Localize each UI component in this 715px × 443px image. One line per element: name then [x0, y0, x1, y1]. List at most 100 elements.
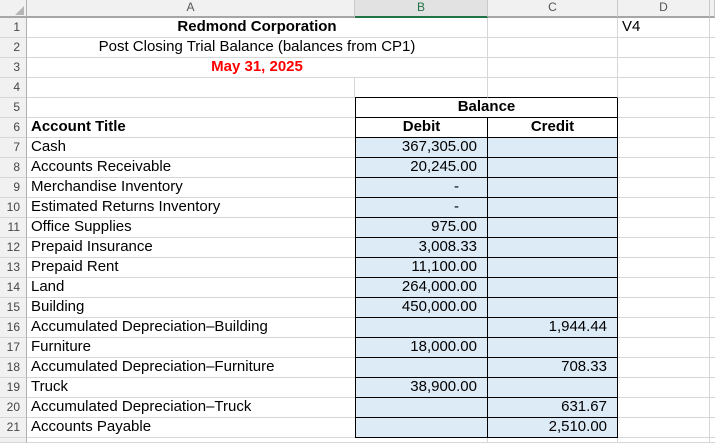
- cell-subtitle[interactable]: Post Closing Trial Balance (balances fro…: [27, 38, 488, 58]
- cell-account[interactable]: Building: [27, 298, 355, 318]
- cell-account[interactable]: Land: [27, 278, 355, 298]
- cell-debit[interactable]: 20,245.00: [355, 158, 488, 178]
- row-header[interactable]: 21: [0, 418, 27, 438]
- cell-version-tag[interactable]: V4: [618, 18, 710, 38]
- cell-credit[interactable]: [488, 138, 618, 158]
- row-header[interactable]: 13: [0, 258, 27, 278]
- cell-debit[interactable]: [355, 398, 488, 418]
- cell-debit[interactable]: 975.00: [355, 218, 488, 238]
- cell-empty[interactable]: [488, 18, 618, 38]
- row-header[interactable]: 16: [0, 318, 27, 338]
- column-header-b[interactable]: B: [355, 0, 488, 18]
- cell-credit-header[interactable]: Credit: [488, 118, 618, 138]
- cell-credit[interactable]: 1,944.44: [488, 318, 618, 338]
- cell-empty[interactable]: [488, 38, 618, 58]
- cell-empty[interactable]: [355, 78, 488, 98]
- cell-account[interactable]: Accumulated Depreciation–Furniture: [27, 358, 355, 378]
- cell-credit[interactable]: 2,510.00: [488, 418, 618, 438]
- cell-date[interactable]: May 31, 2025: [27, 58, 488, 78]
- cell-empty[interactable]: [618, 398, 710, 418]
- row-header[interactable]: 19: [0, 378, 27, 398]
- cell-credit[interactable]: [488, 198, 618, 218]
- cell-empty[interactable]: [618, 38, 710, 58]
- cell-empty[interactable]: [618, 418, 710, 438]
- cell-credit[interactable]: [488, 378, 618, 398]
- row-header[interactable]: 11: [0, 218, 27, 238]
- cell-account[interactable]: Accounts Payable: [27, 418, 355, 438]
- cell-empty[interactable]: [618, 318, 710, 338]
- cell-account[interactable]: Truck: [27, 378, 355, 398]
- row-header[interactable]: 6: [0, 118, 27, 138]
- cell-credit[interactable]: [488, 158, 618, 178]
- cell-debit[interactable]: 18,000.00: [355, 338, 488, 358]
- cell-credit[interactable]: [488, 278, 618, 298]
- cell-debit-header[interactable]: Debit: [355, 118, 488, 138]
- row-header[interactable]: 15: [0, 298, 27, 318]
- cell-empty[interactable]: [488, 58, 618, 78]
- cell-empty[interactable]: [27, 98, 355, 118]
- row-header[interactable]: 12: [0, 238, 27, 258]
- row-header[interactable]: 14: [0, 278, 27, 298]
- cell-empty[interactable]: [618, 238, 710, 258]
- cell-credit[interactable]: 708.33: [488, 358, 618, 378]
- column-header-a[interactable]: A: [27, 0, 355, 18]
- cell-empty[interactable]: [618, 158, 710, 178]
- cell-debit[interactable]: [355, 318, 488, 338]
- row-header[interactable]: 2: [0, 38, 27, 58]
- cell-empty[interactable]: [618, 178, 710, 198]
- column-header-d[interactable]: D: [618, 0, 710, 18]
- cell-account[interactable]: Accounts Receivable: [27, 158, 355, 178]
- row-header[interactable]: 10: [0, 198, 27, 218]
- cell-empty[interactable]: [618, 218, 710, 238]
- cell-debit[interactable]: [355, 358, 488, 378]
- select-all-corner[interactable]: [0, 0, 27, 18]
- cell-debit[interactable]: 264,000.00: [355, 278, 488, 298]
- cell-empty[interactable]: [618, 258, 710, 278]
- row-header[interactable]: 5: [0, 98, 27, 118]
- cell-credit[interactable]: [488, 338, 618, 358]
- row-header[interactable]: 4: [0, 78, 27, 98]
- cell-empty[interactable]: [618, 138, 710, 158]
- cell-empty[interactable]: [27, 78, 355, 98]
- cell-empty[interactable]: [618, 98, 710, 118]
- cell-debit[interactable]: 3,008.33: [355, 238, 488, 258]
- cell-debit[interactable]: 450,000.00: [355, 298, 488, 318]
- row-header[interactable]: 3: [0, 58, 27, 78]
- cell-debit[interactable]: [355, 418, 488, 438]
- cell-balance-header[interactable]: Balance: [355, 98, 618, 118]
- cell-credit[interactable]: [488, 298, 618, 318]
- cell-debit[interactable]: 38,900.00: [355, 378, 488, 398]
- cell-debit[interactable]: -: [355, 178, 488, 198]
- cell-account[interactable]: Accumulated Depreciation–Building: [27, 318, 355, 338]
- cell-credit[interactable]: [488, 238, 618, 258]
- row-header[interactable]: 17: [0, 338, 27, 358]
- cell-empty[interactable]: [618, 58, 710, 78]
- cell-debit[interactable]: 11,100.00: [355, 258, 488, 278]
- row-header[interactable]: 8: [0, 158, 27, 178]
- cell-empty[interactable]: [618, 338, 710, 358]
- cell-account-title-header[interactable]: Account Title: [27, 118, 355, 138]
- cell-account[interactable]: Estimated Returns Inventory: [27, 198, 355, 218]
- row-header[interactable]: 20: [0, 398, 27, 418]
- cell-credit[interactable]: [488, 178, 618, 198]
- cell-debit[interactable]: 367,305.00: [355, 138, 488, 158]
- cell-account[interactable]: Office Supplies: [27, 218, 355, 238]
- row-header[interactable]: 18: [0, 358, 27, 378]
- cell-company-title[interactable]: Redmond Corporation: [27, 18, 488, 38]
- row-header[interactable]: 9: [0, 178, 27, 198]
- cell-empty[interactable]: [618, 198, 710, 218]
- cell-empty[interactable]: [618, 298, 710, 318]
- cell-account[interactable]: Cash: [27, 138, 355, 158]
- cell-credit[interactable]: [488, 258, 618, 278]
- cell-credit[interactable]: [488, 218, 618, 238]
- cell-account[interactable]: Furniture: [27, 338, 355, 358]
- cell-empty[interactable]: [618, 358, 710, 378]
- cell-account[interactable]: Accumulated Depreciation–Truck: [27, 398, 355, 418]
- cell-credit[interactable]: 631.67: [488, 398, 618, 418]
- cell-empty[interactable]: [618, 378, 710, 398]
- row-header[interactable]: 7: [0, 138, 27, 158]
- cell-debit[interactable]: -: [355, 198, 488, 218]
- cell-account[interactable]: Merchandise Inventory: [27, 178, 355, 198]
- cell-empty[interactable]: [488, 78, 618, 98]
- cell-empty[interactable]: [618, 118, 710, 138]
